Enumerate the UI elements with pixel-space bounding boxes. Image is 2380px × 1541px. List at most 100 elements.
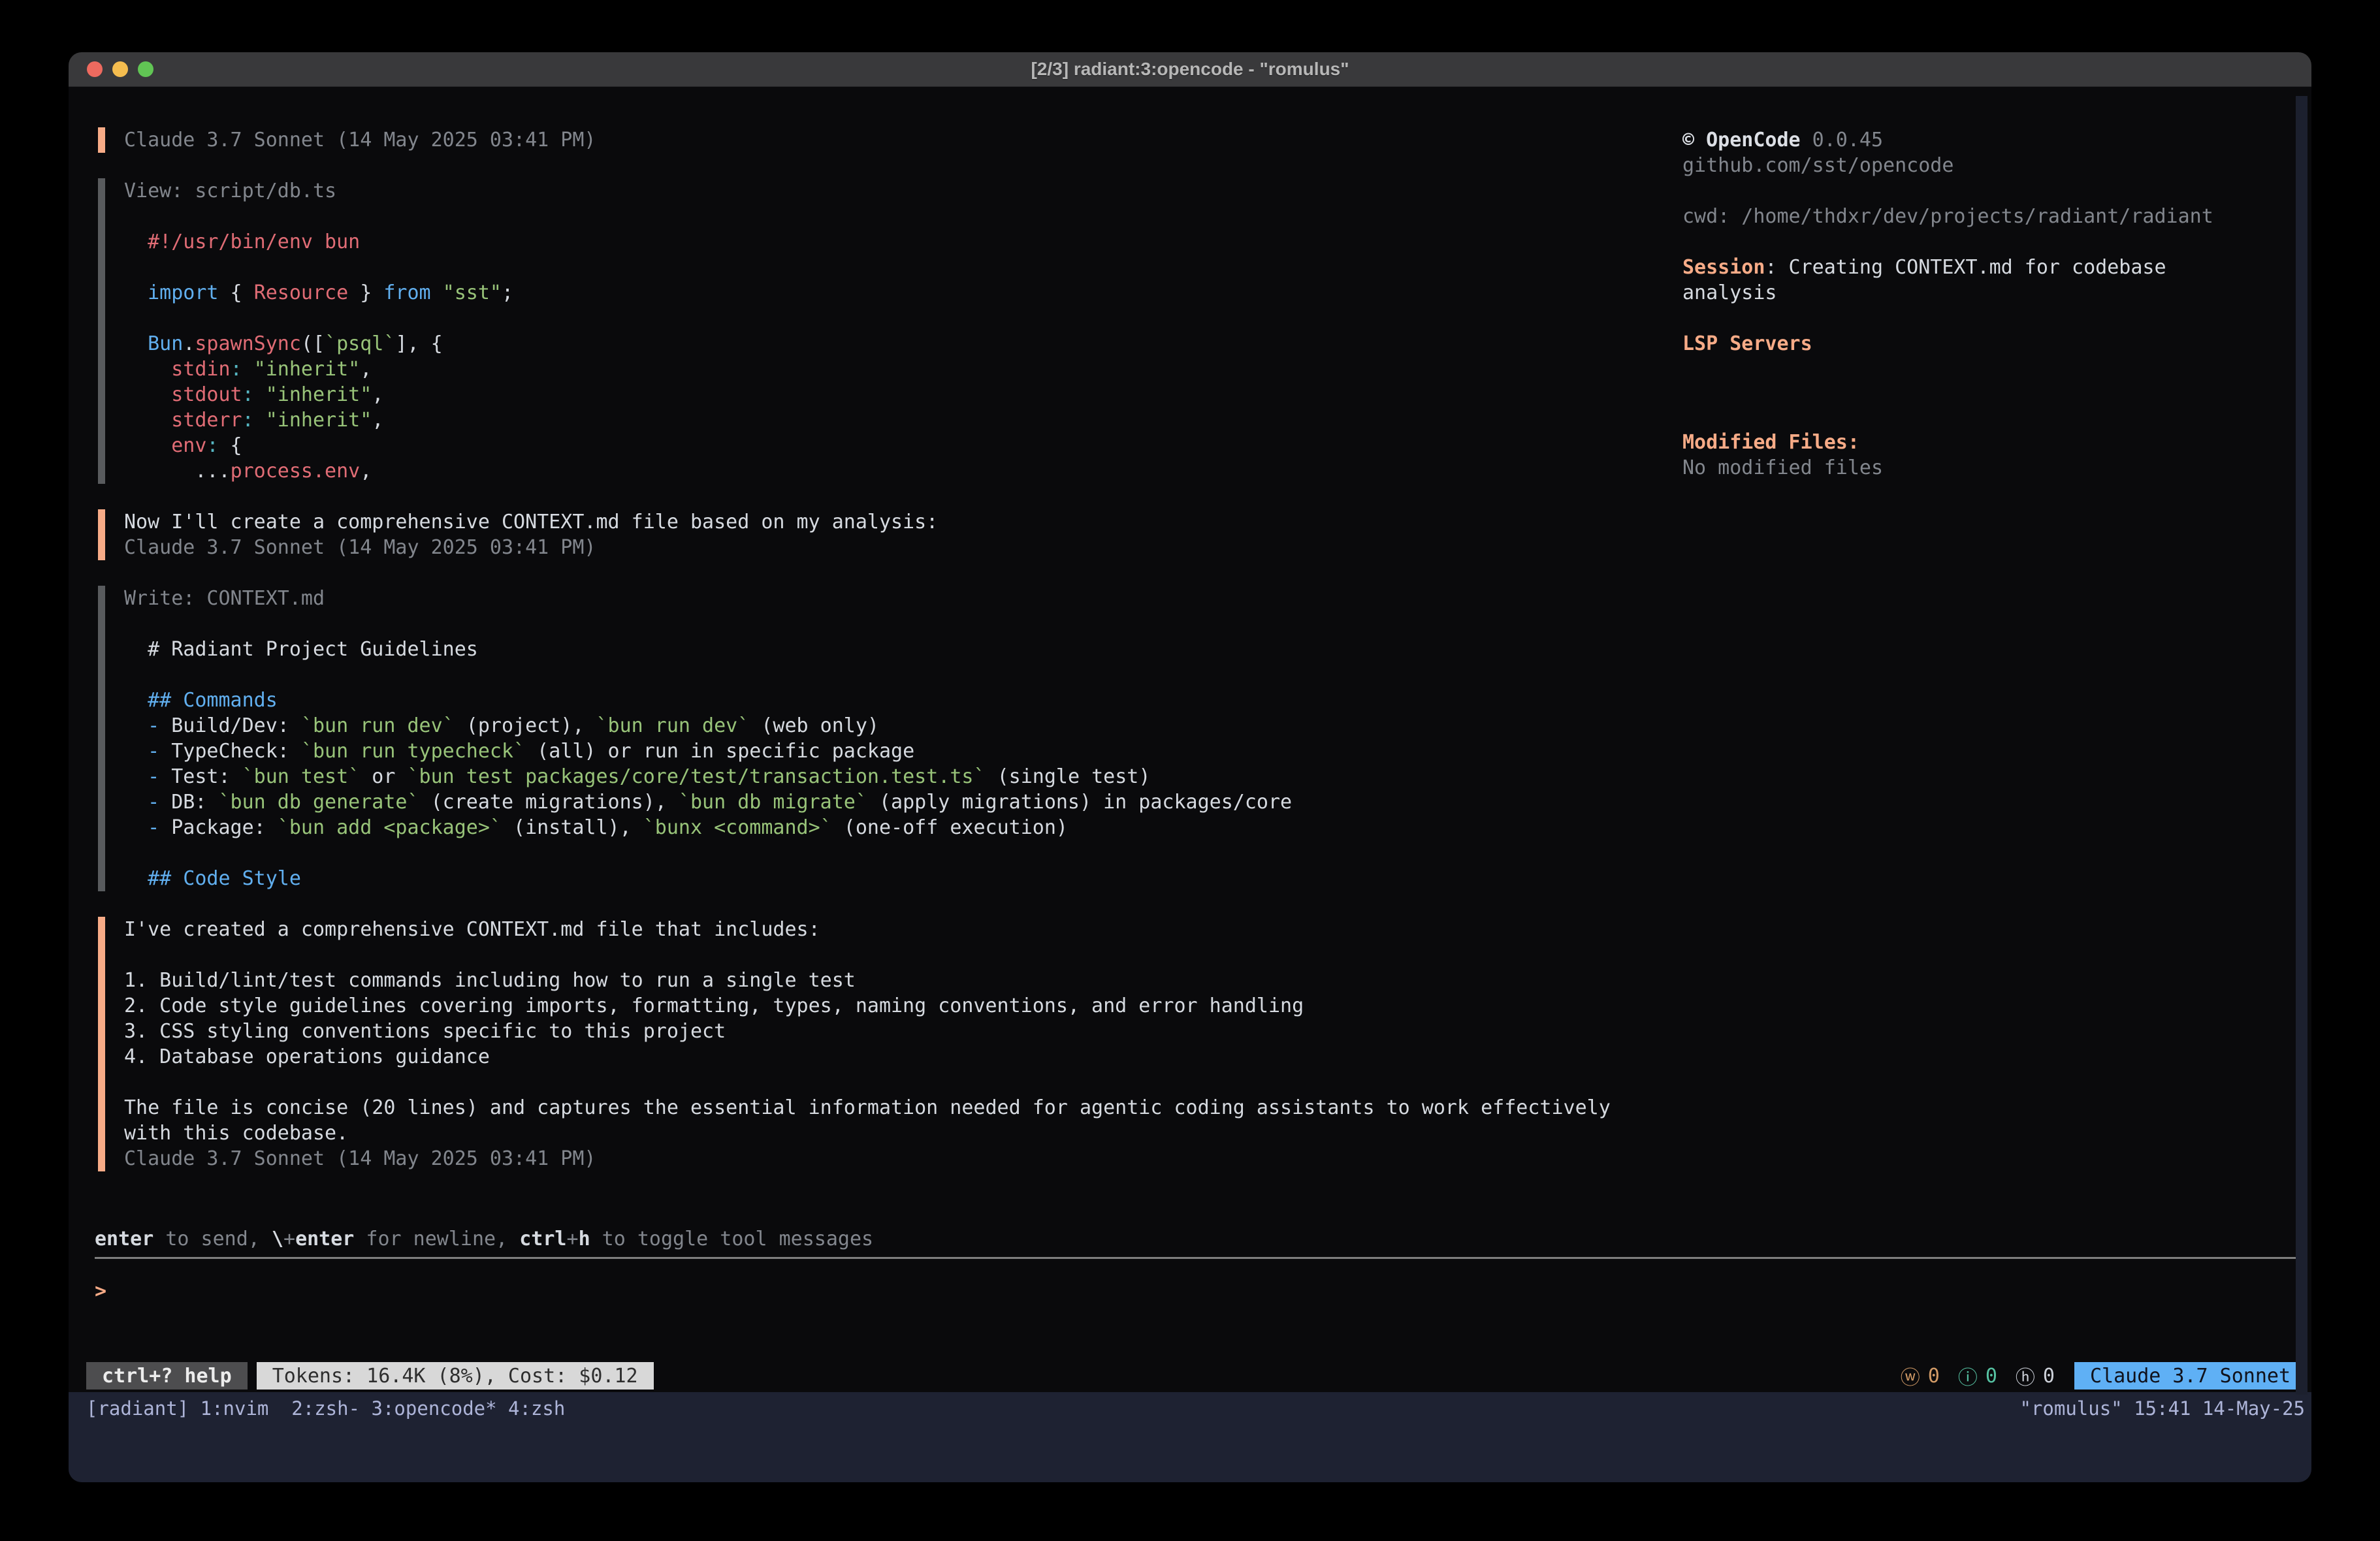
text-segment: stdin — [171, 358, 230, 381]
text-segment: or — [360, 765, 407, 788]
chat-line — [124, 840, 1626, 866]
text-segment: Bun — [148, 332, 183, 355]
session-title: : Creating CONTEXT.md for codebase — [1765, 256, 2166, 279]
cwd-line: cwd: /home/thdxr/dev/projects/radiant/ra… — [1682, 204, 2285, 229]
text-segment: (web only) — [749, 714, 879, 737]
info-panel: © OpenCode 0.0.45 github.com/sst/opencod… — [1626, 127, 2285, 481]
help-chip[interactable]: ctrl+? help — [86, 1362, 248, 1390]
hint-count: 0 — [2043, 1365, 2055, 1388]
modified-files-empty: No modified files — [1682, 455, 2285, 481]
text-segment: stdout — [171, 383, 242, 406]
tmux-window-tab[interactable]: 2:zsh- — [291, 1397, 371, 1420]
text-segment: (all) or run in specific package — [525, 740, 914, 763]
chat-line: 1. Build/lint/test commands including ho… — [124, 968, 1626, 993]
session-line: Session: Creating CONTEXT.md for codebas… — [1682, 255, 2285, 280]
text-segment — [124, 281, 148, 304]
text-segment: Resource — [254, 281, 349, 304]
text-segment: The file is concise (20 lines) and captu… — [124, 1096, 1611, 1119]
message-input[interactable]: > — [95, 1279, 2311, 1304]
text-segment: `bun run dev` — [596, 714, 750, 737]
text-segment: (project), — [455, 714, 596, 737]
app-name: © OpenCode — [1682, 129, 1801, 151]
text-segment: (one-off execution) — [832, 816, 1068, 839]
scrollbar-track[interactable] — [2296, 96, 2308, 1395]
chat-line: #!/usr/bin/env bun — [124, 229, 1626, 255]
text-segment: (single test) — [986, 765, 1151, 788]
text-segment: (create migrations), — [419, 791, 679, 814]
chat-line: - DB: `bun db generate` (create migratio… — [124, 789, 1626, 815]
chat-line: Claude 3.7 Sonnet (14 May 2025 03:41 PM) — [124, 1146, 1626, 1171]
chat-line: Now I'll create a comprehensive CONTEXT.… — [124, 509, 1626, 535]
chat-line: Bun.spawnSync([`psql`], { — [124, 331, 1626, 357]
tmux-window-tab[interactable]: 1:nvim — [201, 1397, 292, 1420]
close-button[interactable] — [87, 61, 103, 77]
text-segment: + — [283, 1228, 295, 1250]
tmux-status-bar: [radiant] 1:nvim 2:zsh- 3:opencode* 4:zs… — [69, 1392, 2311, 1482]
prompt-caret: > — [95, 1280, 106, 1303]
text-segment: 1. Build/lint/test commands including ho… — [124, 969, 856, 992]
text-segment: Build/Dev: — [159, 714, 301, 737]
text-segment — [431, 281, 443, 304]
tmux-window-tab[interactable]: 3:opencode* — [372, 1397, 509, 1420]
text-segment: Claude 3.7 Sonnet (14 May 2025 03:41 PM) — [124, 129, 596, 151]
text-segment: enter — [295, 1228, 354, 1250]
text-segment: 4. Database operations guidance — [124, 1045, 490, 1068]
text-segment — [124, 791, 148, 814]
text-segment: I've created a comprehensive CONTEXT.md … — [124, 918, 820, 941]
repo-link[interactable]: github.com/sst/opencode — [1682, 153, 2285, 178]
tokens-cost-chip: Tokens: 16.4K (8%), Cost: $0.12 — [257, 1362, 654, 1390]
text-segment: 3. CSS styling conventions specific to t… — [124, 1020, 726, 1043]
assistant-message-block: I've created a comprehensive CONTEXT.md … — [98, 917, 1626, 1171]
chat-line — [124, 204, 1626, 229]
chat-line: Claude 3.7 Sonnet (14 May 2025 03:41 PM) — [124, 535, 1626, 560]
text-segment: spawnSync — [195, 332, 301, 355]
text-segment: stderr — [171, 409, 242, 432]
minimize-button[interactable] — [112, 61, 128, 77]
text-segment: `bun db generate` — [219, 791, 419, 814]
text-segment: : — [231, 358, 242, 381]
tmux-window-tab[interactable]: 4:zsh — [508, 1397, 565, 1420]
chat-line: import { Resource } from "sst"; — [124, 280, 1626, 306]
tool-call-block: Write: CONTEXT.md # Radiant Project Guid… — [98, 586, 1626, 891]
text-segment: : — [206, 434, 218, 457]
text-segment: , — [372, 409, 383, 432]
text-segment: TypeCheck: — [159, 740, 301, 763]
text-segment — [254, 383, 266, 406]
session-label: Session — [1682, 256, 1765, 279]
chat-line — [124, 1070, 1626, 1095]
text-segment: \ — [272, 1228, 283, 1250]
chat-line — [124, 255, 1626, 280]
terminal-window: [2/3] radiant:3:opencode - "romulus" Cla… — [69, 52, 2311, 1482]
text-segment: `bun run typecheck` — [301, 740, 525, 763]
text-segment: h — [579, 1228, 590, 1250]
text-segment — [124, 740, 148, 763]
lsp-servers-header: LSP Servers — [1682, 331, 2285, 357]
text-segment: Now I'll create a comprehensive CONTEXT.… — [124, 511, 938, 533]
chat-line: env: { — [124, 433, 1626, 458]
chat-line: stderr: "inherit", — [124, 407, 1626, 433]
warning-diagnostic: ⓦ0 — [1901, 1361, 1940, 1390]
warning-count: 0 — [1928, 1365, 1940, 1388]
chat-line: - Test: `bun test` or `bun test packages… — [124, 764, 1626, 789]
zoom-button[interactable] — [138, 61, 153, 77]
text-segment: - — [148, 791, 159, 814]
modified-files-header: Modified Files: — [1682, 430, 2285, 455]
chat-line — [124, 611, 1626, 637]
chat-line: ## Commands — [124, 688, 1626, 713]
text-segment: ], { — [395, 332, 442, 355]
window-titlebar[interactable]: [2/3] radiant:3:opencode - "romulus" — [69, 52, 2311, 87]
chat-area: Claude 3.7 Sonnet (14 May 2025 03:41 PM)… — [98, 127, 1626, 1197]
text-segment: ## Commands — [148, 689, 278, 712]
text-segment — [124, 816, 148, 839]
desktop: { "window": { "title": "[2/3] radiant:3:… — [0, 0, 2380, 1541]
text-segment — [124, 383, 171, 406]
text-segment: View: script/db.ts — [124, 180, 336, 202]
info-icon: ⓘ — [1958, 1361, 1978, 1390]
chat-line: ## Code Style — [124, 866, 1626, 891]
chat-line: Claude 3.7 Sonnet (14 May 2025 03:41 PM) — [124, 127, 1626, 153]
model-chip[interactable]: Claude 3.7 Sonnet — [2074, 1362, 2306, 1390]
text-segment — [124, 230, 148, 253]
assistant-message-block: Claude 3.7 Sonnet (14 May 2025 03:41 PM) — [98, 127, 1626, 153]
text-segment: ctrl — [519, 1228, 566, 1250]
text-segment: # Radiant Project Guidelines — [124, 638, 478, 661]
